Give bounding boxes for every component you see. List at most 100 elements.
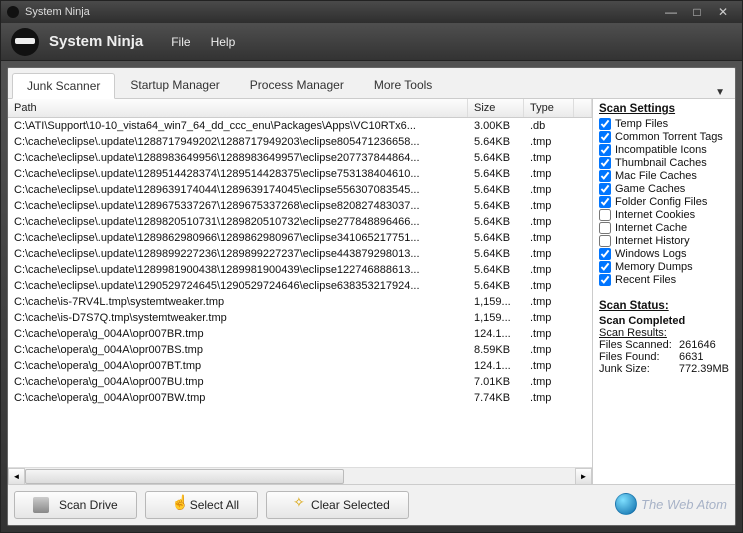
col-size[interactable]: Size [468,99,524,117]
table-row[interactable]: C:\cache\eclipse\.update\1289899227236\1… [8,246,592,262]
table-row[interactable]: C:\cache\opera\g_004A\opr007BT.tmp124.1.… [8,358,592,374]
col-type[interactable]: Type [524,99,574,117]
tab-junk-scanner[interactable]: Junk Scanner [12,73,115,99]
cell-type: .tmp [524,295,574,309]
cell-size: 5.64KB [468,199,524,213]
cell-type: .tmp [524,279,574,293]
checkbox[interactable] [599,196,611,208]
cell-path: C:\cache\opera\g_004A\opr007BR.tmp [8,327,468,341]
menu-help[interactable]: Help [211,35,236,49]
scanned-label: Files Scanned: [599,339,679,351]
setting-internet-history[interactable]: Internet History [599,235,729,247]
setting-game-caches[interactable]: Game Caches [599,183,729,195]
scroll-track[interactable] [25,468,575,485]
table-row[interactable]: C:\cache\eclipse\.update\1288717949202\1… [8,134,592,150]
content-area: Path Size Type C:\ATI\Support\10-10_vist… [8,99,735,484]
checkbox[interactable] [599,235,611,247]
checkbox[interactable] [599,144,611,156]
tab-startup-manager[interactable]: Startup Manager [115,72,234,98]
setting-memory-dumps[interactable]: Memory Dumps [599,261,729,273]
table-row[interactable]: C:\cache\is-7RV4L.tmp\systemtweaker.tmp1… [8,294,592,310]
select-all-button[interactable]: Select All [145,491,258,519]
window-title: System Ninja [25,6,90,18]
cell-path: C:\cache\eclipse\.update\1289514428374\1… [8,167,468,181]
checkbox[interactable] [599,209,611,221]
app-header: System Ninja File Help [1,23,742,61]
horizontal-scrollbar[interactable]: ◄ ► [8,467,592,484]
junk-value: 772.39MB [679,363,729,375]
cell-path: C:\cache\eclipse\.update\1289639174044\1… [8,183,468,197]
maximize-button[interactable]: □ [684,5,710,19]
cell-size: 5.64KB [468,183,524,197]
minimize-button[interactable]: — [658,5,684,19]
table-row[interactable]: C:\cache\eclipse\.update\1288983649956\1… [8,150,592,166]
table-row[interactable]: C:\cache\opera\g_004A\opr007BR.tmp124.1.… [8,326,592,342]
setting-folder-config-files[interactable]: Folder Config Files [599,196,729,208]
col-path[interactable]: Path [8,99,468,117]
cell-type: .tmp [524,247,574,261]
tab-process-manager[interactable]: Process Manager [235,72,359,98]
select-all-label: Select All [190,498,239,512]
checkbox[interactable] [599,131,611,143]
setting-temp-files[interactable]: Temp Files [599,118,729,130]
table-row[interactable]: C:\cache\eclipse\.update\1289675337267\1… [8,198,592,214]
checkbox[interactable] [599,222,611,234]
broom-icon [285,497,301,513]
setting-windows-logs[interactable]: Windows Logs [599,248,729,260]
table-row[interactable]: C:\cache\eclipse\.update\1290529724645\1… [8,278,592,294]
table-row[interactable]: C:\cache\is-D7S7Q.tmp\systemtweaker.tmp1… [8,310,592,326]
title-bar[interactable]: System Ninja — □ ✕ [1,1,742,23]
cell-size: 7.01KB [468,375,524,389]
checkbox[interactable] [599,170,611,182]
found-value: 6631 [679,351,703,363]
table-row[interactable]: C:\cache\eclipse\.update\1289820510731\1… [8,214,592,230]
table-row[interactable]: C:\cache\eclipse\.update\1289981900438\1… [8,262,592,278]
cell-path: C:\cache\is-D7S7Q.tmp\systemtweaker.tmp [8,311,468,325]
scan-drive-button[interactable]: Scan Drive [14,491,137,519]
setting-label: Recent Files [615,274,676,286]
checkbox[interactable] [599,157,611,169]
close-button[interactable]: ✕ [710,5,736,19]
table-body[interactable]: C:\ATI\Support\10-10_vista64_win7_64_dd_… [8,118,592,467]
scroll-thumb[interactable] [25,469,344,484]
cell-type: .tmp [524,327,574,341]
checkbox[interactable] [599,118,611,130]
cell-type: .tmp [524,359,574,373]
table-row[interactable]: C:\cache\opera\g_004A\opr007BW.tmp7.74KB… [8,390,592,406]
tabs-overflow-icon[interactable]: ▼ [715,87,725,98]
setting-label: Common Torrent Tags [615,131,723,143]
setting-label: Mac File Caches [615,170,697,182]
clear-selected-button[interactable]: Clear Selected [266,491,409,519]
checkbox[interactable] [599,183,611,195]
table-row[interactable]: C:\cache\eclipse\.update\1289514428374\1… [8,166,592,182]
cell-path: C:\cache\eclipse\.update\1290529724645\1… [8,279,468,293]
app-title: System Ninja [49,33,143,50]
table-row[interactable]: C:\ATI\Support\10-10_vista64_win7_64_dd_… [8,118,592,134]
checkbox[interactable] [599,274,611,286]
cell-path: C:\cache\eclipse\.update\1289820510731\1… [8,215,468,229]
setting-recent-files[interactable]: Recent Files [599,274,729,286]
table-row[interactable]: C:\cache\eclipse\.update\1289639174044\1… [8,182,592,198]
setting-internet-cache[interactable]: Internet Cache [599,222,729,234]
tab-more-tools[interactable]: More Tools [359,72,447,98]
setting-common-torrent-tags[interactable]: Common Torrent Tags [599,131,729,143]
cell-type: .tmp [524,343,574,357]
cell-size: 5.64KB [468,231,524,245]
setting-mac-file-caches[interactable]: Mac File Caches [599,170,729,182]
scroll-right-button[interactable]: ► [575,468,592,485]
setting-thumbnail-caches[interactable]: Thumbnail Caches [599,157,729,169]
table-row[interactable]: C:\cache\eclipse\.update\1289862980966\1… [8,230,592,246]
menu-file[interactable]: File [171,35,190,49]
checkbox[interactable] [599,261,611,273]
cell-type: .tmp [524,391,574,405]
checkbox[interactable] [599,248,611,260]
status-heading: Scan Status: [599,300,729,312]
setting-incompatible-icons[interactable]: Incompatible Icons [599,144,729,156]
ninja-icon [11,28,39,56]
table-row[interactable]: C:\cache\opera\g_004A\opr007BU.tmp7.01KB… [8,374,592,390]
table-row[interactable]: C:\cache\opera\g_004A\opr007BS.tmp8.59KB… [8,342,592,358]
drive-icon [33,497,49,513]
setting-internet-cookies[interactable]: Internet Cookies [599,209,729,221]
scroll-left-button[interactable]: ◄ [8,468,25,485]
table-header: Path Size Type [8,99,592,118]
